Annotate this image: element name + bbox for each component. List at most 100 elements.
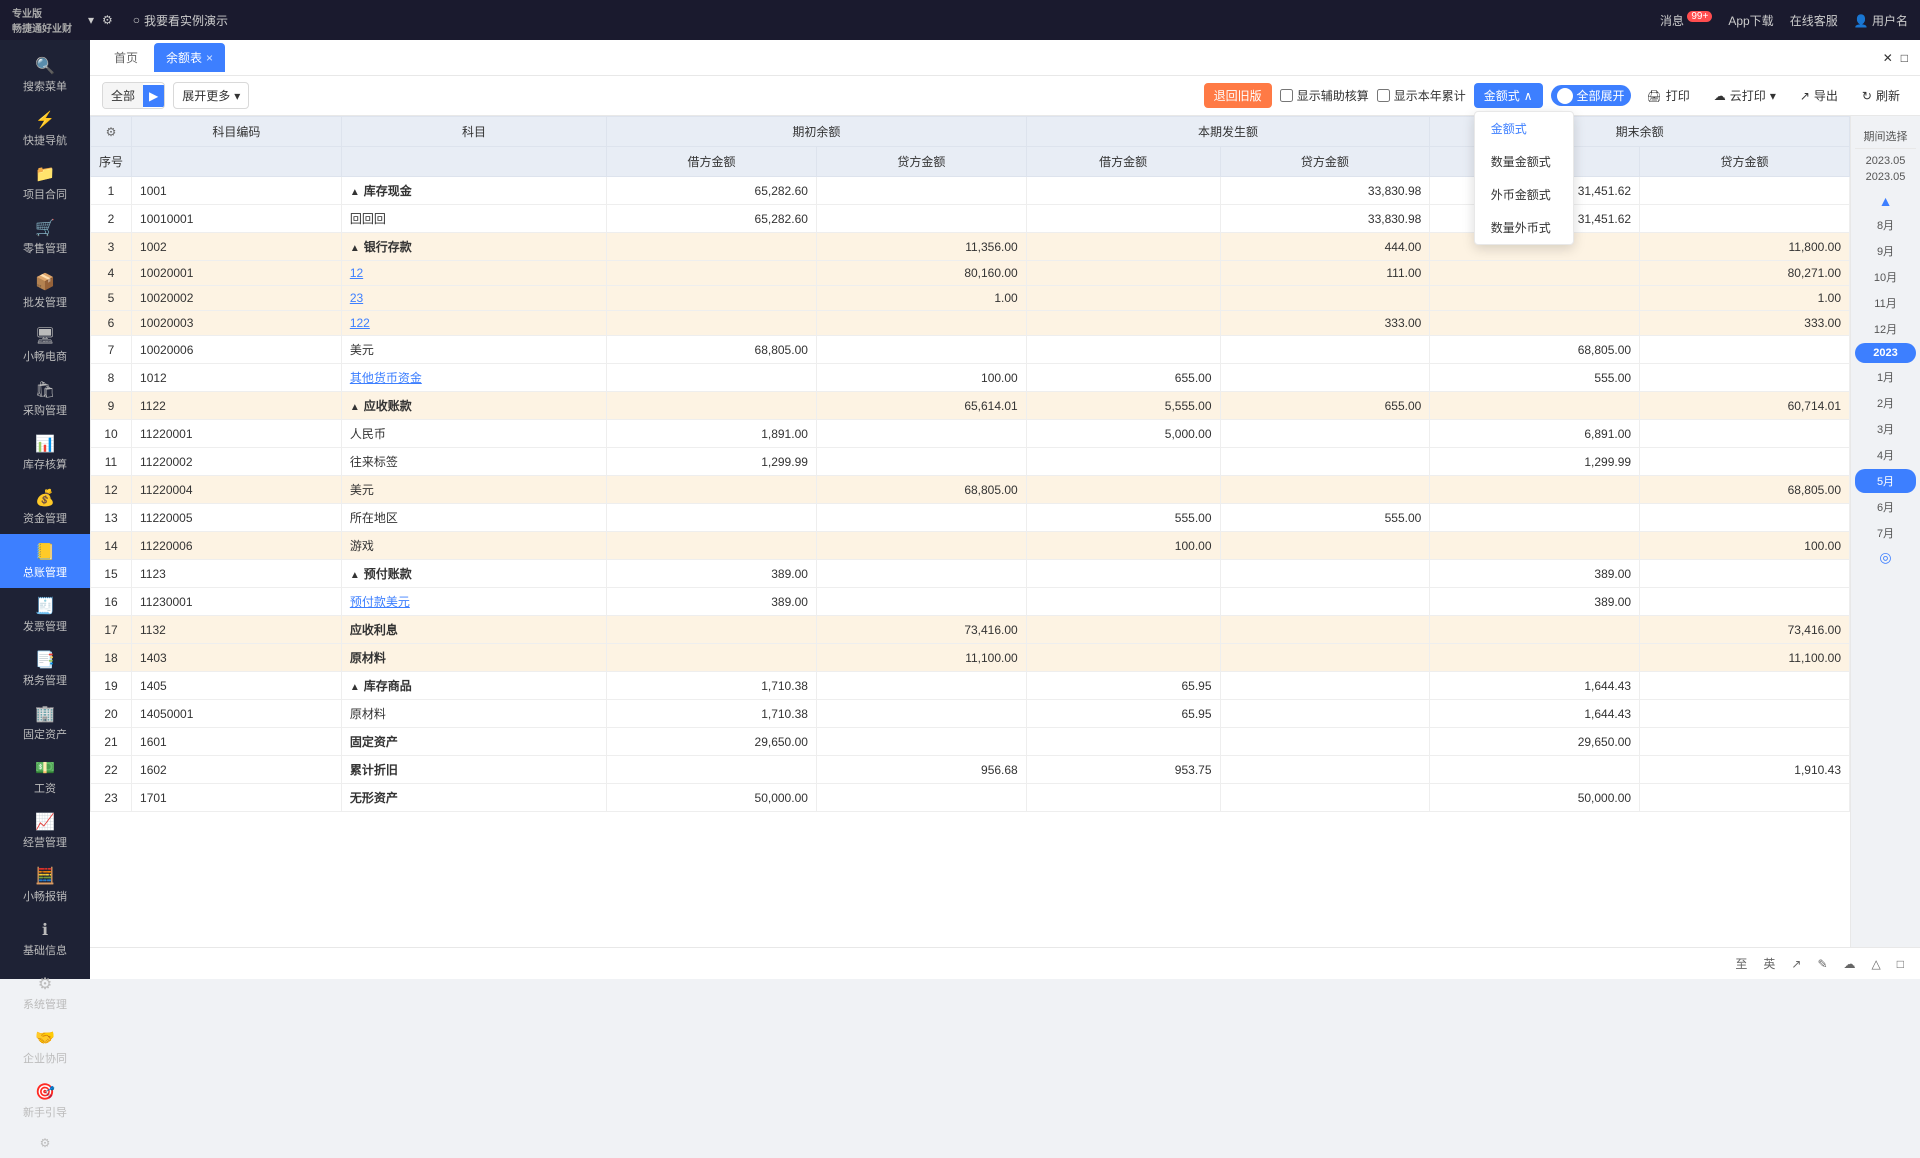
cell-qichu-jie — [607, 392, 817, 420]
sidebar-item-retail[interactable]: 🛒 零售管理 — [0, 210, 90, 264]
cell-name[interactable]: 美元 — [341, 336, 606, 364]
sidebar-item-ops[interactable]: 📈 经营管理 — [0, 804, 90, 858]
cell-name[interactable]: 固定资产 — [341, 728, 606, 756]
cell-name[interactable]: 其他货币资金 — [341, 364, 606, 392]
period-item[interactable]: 9月 — [1855, 239, 1916, 263]
sidebar-item-collab[interactable]: 🤝 企业协同 — [0, 1020, 90, 1074]
cell-name[interactable]: 122 — [341, 311, 606, 336]
cell-name[interactable]: 人民币 — [341, 420, 606, 448]
period-item[interactable]: 12月 — [1855, 317, 1916, 341]
app-download-btn[interactable]: App下载 — [1728, 12, 1773, 29]
cell-name[interactable]: 往来标签 — [341, 448, 606, 476]
sidebar-item-wholesale[interactable]: 📦 批发管理 — [0, 264, 90, 318]
settings-icon[interactable]: ⚙ — [102, 13, 113, 27]
sidebar-item-assets[interactable]: 🏢 固定资产 — [0, 696, 90, 750]
period-item[interactable]: 8月 — [1855, 213, 1916, 237]
sidebar-item-report[interactable]: 🧮 小畅报销 — [0, 858, 90, 912]
sidebar-item-quicknav[interactable]: ⚡ 快捷导航 — [0, 102, 90, 156]
table-row: 13 11220005 所在地区 555.00 555.00 — [91, 504, 1850, 532]
export-button[interactable]: ↗ 导出 — [1792, 83, 1846, 108]
dropdown-item-waibijine[interactable]: 外币金额式 — [1475, 178, 1573, 211]
sidebar-item-project[interactable]: 📁 项目合同 — [0, 156, 90, 210]
refresh-button[interactable]: ↻ 刷新 — [1854, 83, 1908, 108]
demo-link[interactable]: ○ 我要看实例演示 — [129, 12, 228, 29]
cell-name[interactable]: 美元 — [341, 476, 606, 504]
cell-name[interactable]: 23 — [341, 286, 606, 311]
service-btn[interactable]: 在线客服 — [1790, 12, 1838, 29]
tab-yue[interactable]: 余额表 × — [154, 43, 225, 72]
expand-all-toggle[interactable]: 全部展开 — [1551, 85, 1631, 106]
cell-name[interactable]: 累计折旧 — [341, 756, 606, 784]
message-btn[interactable]: 消息 99+ — [1660, 12, 1712, 29]
period-item[interactable]: 7月 — [1855, 521, 1916, 545]
cell-benqi-dai — [1220, 700, 1430, 728]
company-dropdown[interactable]: ▾ — [88, 13, 94, 27]
nav-all-arrow[interactable]: ▶ — [143, 85, 164, 107]
sidebar-item-capital[interactable]: 💰 资金管理 — [0, 480, 90, 534]
year-checkbox[interactable] — [1377, 89, 1390, 102]
cell-name[interactable]: 应收利息 — [341, 616, 606, 644]
expand-more-button[interactable]: 展开更多 ▾ — [173, 82, 249, 109]
dropdown-item-shuliangWaibi[interactable]: 数量外币式 — [1475, 211, 1573, 244]
bottom-icon-delta[interactable]: △ — [1868, 955, 1885, 973]
period-item[interactable]: 3月 — [1855, 417, 1916, 441]
cloud-print-button[interactable]: ☁ 云打印 ▾ — [1706, 83, 1784, 108]
sidebar-item-search[interactable]: 🔍 搜索菜单 — [0, 48, 90, 102]
period-item[interactable]: 10月 — [1855, 265, 1916, 289]
sidebar-item-system[interactable]: ⚙ 系统管理 — [0, 966, 90, 1020]
period-collapse-icon[interactable]: ◎ — [1855, 545, 1916, 570]
cell-name[interactable]: ▲预付账款 — [341, 560, 606, 588]
sidebar-item-basic[interactable]: ℹ 基础信息 — [0, 912, 90, 966]
nav-all-label[interactable]: 全部 — [103, 83, 143, 108]
bottom-icon-en[interactable]: 英 — [1759, 953, 1779, 974]
app-edition: 专业版 — [12, 5, 72, 20]
cell-name[interactable]: 12 — [341, 261, 606, 286]
bottom-icon-cloud[interactable]: ☁ — [1840, 955, 1860, 973]
tab-home[interactable]: 首页 — [102, 43, 150, 72]
print-button[interactable]: 🖨 打印 — [1639, 83, 1698, 108]
window-max-icon[interactable]: □ — [1901, 51, 1908, 65]
cell-name[interactable]: 原材料 — [341, 644, 606, 672]
period-item[interactable]: 2月 — [1855, 391, 1916, 415]
assist-checkbox[interactable] — [1280, 89, 1293, 102]
user-avatar[interactable]: 👤 用户名 — [1854, 12, 1908, 29]
period-item[interactable]: 1月 — [1855, 365, 1916, 389]
jine-mode-button[interactable]: 金额式 ∧ — [1474, 83, 1543, 108]
sidebar-item-inventory[interactable]: 📊 库存核算 — [0, 426, 90, 480]
period-item[interactable]: 5月 — [1855, 469, 1916, 493]
bottom-icon-edit[interactable]: ✎ — [1813, 955, 1831, 973]
cell-name[interactable]: 原材料 — [341, 700, 606, 728]
period-item[interactable]: 4月 — [1855, 443, 1916, 467]
sidebar-item-payroll[interactable]: 💵 工资 — [0, 750, 90, 804]
content-area: 首页 余额表 × ✕ □ 全部 ▶ 展开更多 ▾ — [90, 40, 1920, 979]
dropdown-item-jine[interactable]: 金额式 — [1475, 112, 1573, 145]
period-expand-up[interactable]: ▲ — [1855, 189, 1916, 213]
sidebar-item-ecom[interactable]: 🖥 小畅电商 — [0, 318, 90, 372]
period-item[interactable]: 6月 — [1855, 495, 1916, 519]
cell-name[interactable]: ▲银行存款 — [341, 233, 606, 261]
sidebar-item-invoice[interactable]: 🧾 发票管理 — [0, 588, 90, 642]
sidebar-settings[interactable]: ⚙ — [0, 1128, 90, 1158]
cell-name[interactable]: 游戏 — [341, 532, 606, 560]
period-item[interactable]: 2023 — [1855, 343, 1916, 363]
cell-name[interactable]: 无形资产 — [341, 784, 606, 812]
cell-name[interactable]: 所在地区 — [341, 504, 606, 532]
dropdown-item-shuliangJine[interactable]: 数量金额式 — [1475, 145, 1573, 178]
cell-name[interactable]: ▲应收账款 — [341, 392, 606, 420]
back-old-version-button[interactable]: 退回旧版 — [1204, 83, 1272, 108]
sidebar-item-ledger[interactable]: 📒 总账管理 — [0, 534, 90, 588]
window-close-icon[interactable]: ✕ — [1883, 51, 1893, 65]
period-item[interactable]: 11月 — [1855, 291, 1916, 315]
cell-name[interactable]: 回回回 — [341, 205, 606, 233]
sidebar-item-tax[interactable]: 📑 税务管理 — [0, 642, 90, 696]
cell-name[interactable]: ▲库存现金 — [341, 177, 606, 205]
bottom-icon-box[interactable]: □ — [1893, 955, 1908, 973]
sidebar-item-purchase[interactable]: 🛍 采购管理 — [0, 372, 90, 426]
cell-name[interactable]: ▲库存商品 — [341, 672, 606, 700]
bottom-icon-arrow[interactable]: ↗ — [1787, 955, 1805, 973]
table-settings-icon[interactable]: ⚙ — [106, 125, 117, 139]
bottom-icon-zhi[interactable]: 至 — [1731, 953, 1751, 974]
tab-close-icon[interactable]: × — [206, 51, 213, 65]
cell-name[interactable]: 预付款美元 — [341, 588, 606, 616]
sidebar-item-guide[interactable]: 🎯 新手引导 — [0, 1074, 90, 1128]
